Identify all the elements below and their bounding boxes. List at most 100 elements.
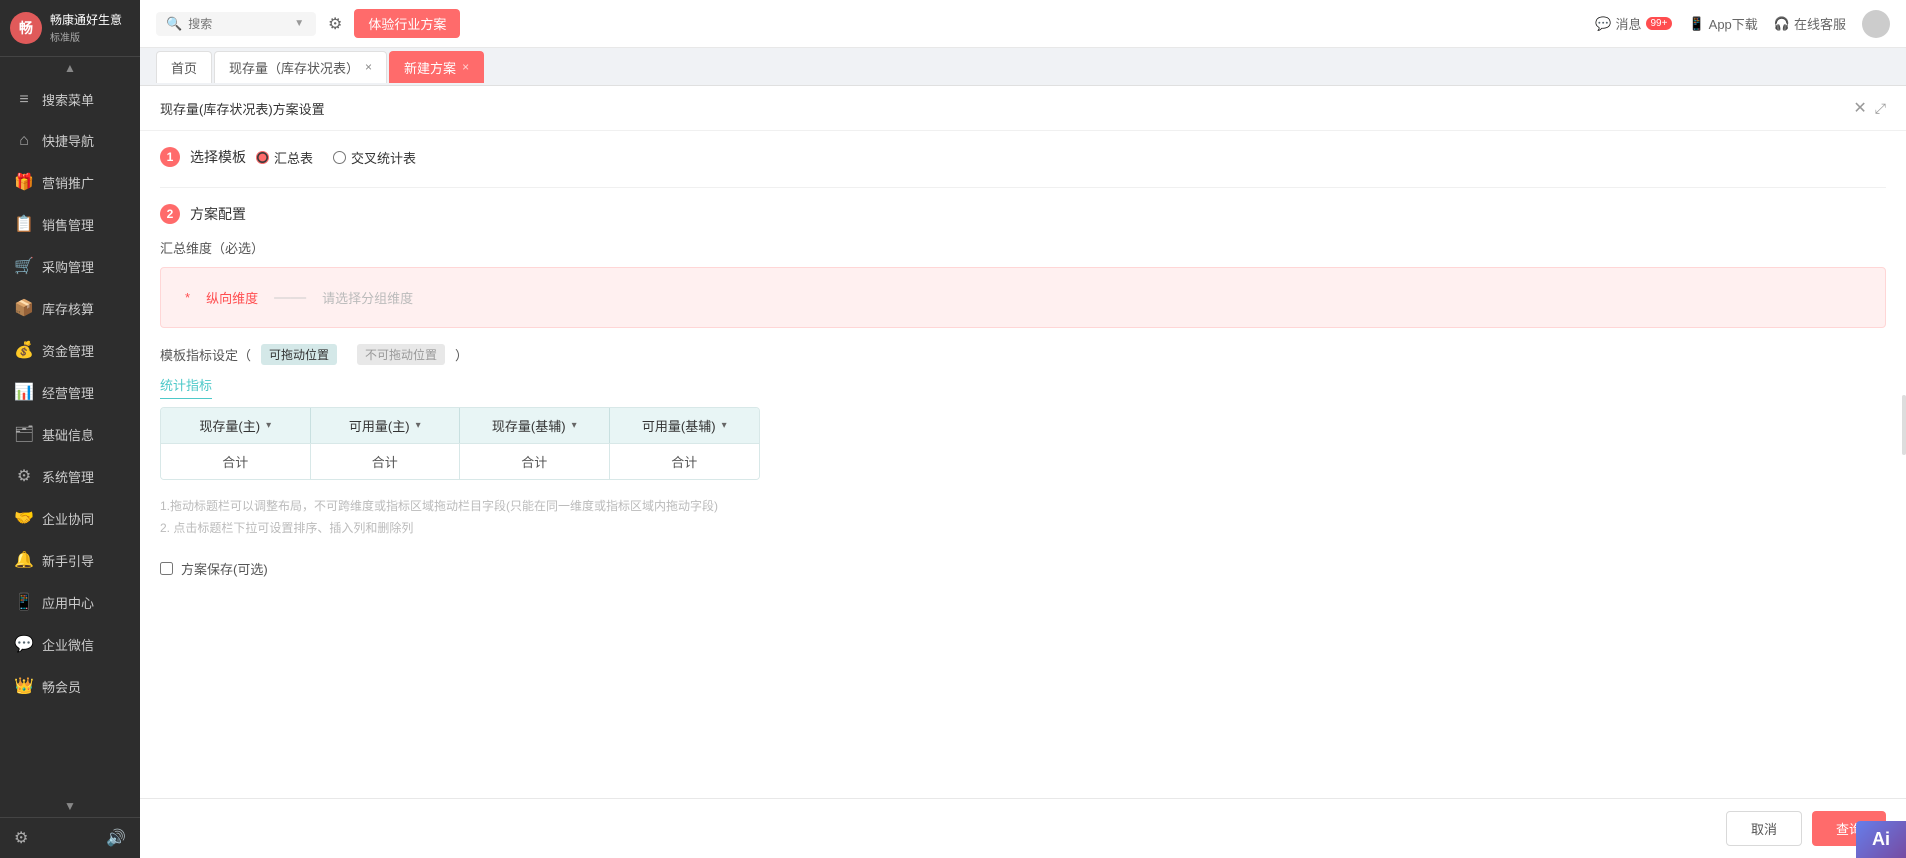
vertical-dim-label: 纵向维度	[206, 288, 258, 307]
user-avatar[interactable]	[1862, 10, 1890, 38]
separator: ——	[274, 289, 306, 307]
folder-icon: 🗂	[14, 424, 34, 444]
sidebar-item-label: 销售管理	[42, 215, 94, 234]
app-name: 畅康通好生意	[50, 12, 122, 29]
radio-crosstab[interactable]: 交叉统计表	[333, 148, 416, 167]
phone-icon: 📱	[14, 592, 34, 612]
sidebar-item-label: 快捷导航	[42, 131, 94, 150]
sidebar-item-label: 搜索菜单	[42, 90, 94, 109]
home-icon: ⌂	[14, 132, 34, 150]
search-input[interactable]	[188, 17, 288, 31]
radio-crosstab-input[interactable]	[333, 151, 346, 164]
col-arrow-2[interactable]: ▾	[572, 420, 577, 431]
trial-button[interactable]: 体验行业方案	[354, 9, 460, 38]
panel-title: 现存量(库存状况表)方案设置	[160, 99, 325, 118]
settings-icon[interactable]: ⚙	[14, 828, 28, 848]
dimension-placeholder[interactable]: 请选择分组维度	[322, 288, 413, 307]
save-option: 方案保存(可选)	[160, 559, 1886, 578]
chart-icon: 📊	[14, 382, 34, 402]
app-download-action[interactable]: 📱 App下载	[1688, 14, 1757, 33]
tab-bar: 首页 现存量（库存状况表） × 新建方案 ×	[140, 48, 1906, 86]
sidebar-item-inventory[interactable]: 📦 库存核算	[0, 287, 140, 329]
tab-new-plan[interactable]: 新建方案 ×	[389, 51, 484, 83]
tab-new-plan-close-icon[interactable]: ×	[462, 60, 469, 74]
sidebar-item-label: 新手引导	[42, 551, 94, 570]
sidebar-item-label: 畅会员	[42, 677, 81, 696]
sidebar-item-member[interactable]: 👑 畅会员	[0, 665, 140, 707]
panel-expand-button[interactable]: ⤢	[1875, 98, 1886, 118]
sidebar-item-system[interactable]: ⚙ 系统管理	[0, 455, 140, 497]
footer-bar: 取消 查询	[140, 798, 1906, 858]
sidebar-scroll-up[interactable]: ▲	[0, 57, 140, 79]
sidebar-bottom: ⚙ 🔊	[0, 817, 140, 858]
cell-0-0: 合计	[161, 444, 311, 479]
sidebar-item-label: 营销推广	[42, 173, 94, 192]
sidebar-item-cooperation[interactable]: 🤝 企业协同	[0, 497, 140, 539]
sidebar-item-search-menu[interactable]: ≡ 搜索菜单	[0, 79, 140, 120]
step2-badge: 2	[160, 204, 180, 224]
messages-badge: 99+	[1646, 17, 1673, 30]
panel-close-button[interactable]: ✕	[1853, 98, 1866, 118]
phone-icon: 📱	[1688, 16, 1704, 32]
search-dropdown-arrow[interactable]: ▼	[294, 18, 304, 29]
ai-badge[interactable]: Ai	[1856, 821, 1906, 858]
draggable-tag: 可拖动位置	[261, 344, 337, 365]
money-icon: 💰	[14, 340, 34, 360]
crown-icon: 👑	[14, 676, 34, 696]
tips-section: 1.拖动标题栏可以调整布局，不可跨维度或指标区域拖动栏目字段(只能在同一维度或指…	[160, 496, 1886, 539]
col-arrow-0[interactable]: ▾	[266, 420, 271, 431]
step1-title: 选择模板	[190, 147, 246, 167]
sidebar-item-label: 库存核算	[42, 299, 94, 318]
col-header-0[interactable]: 现存量(主) ▾	[161, 408, 311, 443]
bell-icon: 🔔	[14, 550, 34, 570]
dimension-row: * 纵向维度 —— 请选择分组维度	[185, 288, 1861, 307]
sidebar-item-wechat[interactable]: 💬 企业微信	[0, 623, 140, 665]
stats-table: 现存量(主) ▾ 可用量(主) ▾ 现存量(基辅) ▾	[160, 407, 760, 480]
stats-table-row-0: 合计 合计 合计 合计	[161, 443, 759, 479]
cancel-button[interactable]: 取消	[1726, 811, 1802, 846]
audio-icon[interactable]: 🔊	[106, 828, 126, 848]
radio-summary[interactable]: 汇总表	[256, 148, 313, 167]
dimension-section-label: 汇总维度（必选）	[160, 238, 1886, 257]
cell-0-2: 合计	[460, 444, 610, 479]
required-star: *	[185, 290, 190, 305]
col-arrow-1[interactable]: ▾	[416, 420, 421, 431]
content-area: 现存量(库存状况表)方案设置 ✕ ⤢ 1 选择模板 汇总表	[140, 86, 1906, 858]
sidebar-item-basic-info[interactable]: 🗂 基础信息	[0, 413, 140, 455]
step2-header: 2 方案配置	[160, 204, 1886, 224]
header-gear-icon[interactable]: ⚙	[328, 14, 342, 34]
sidebar-item-sales[interactable]: 📋 销售管理	[0, 203, 140, 245]
online-service-action[interactable]: 🎧 在线客服	[1774, 14, 1846, 33]
sidebar-item-finance[interactable]: 💰 资金管理	[0, 329, 140, 371]
indicator-settings-suffix: ）	[455, 345, 468, 364]
messages-action[interactable]: 💬 消息 99+	[1595, 14, 1672, 33]
sidebar-nav: ≡ 搜索菜单 ⌂ 快捷导航 🎁 营销推广 📋 销售管理 🛒 采购管理 📦 库存核…	[0, 79, 140, 795]
stats-table-header: 现存量(主) ▾ 可用量(主) ▾ 现存量(基辅) ▾	[161, 408, 759, 443]
tab-inventory-status[interactable]: 现存量（库存状况表） ×	[214, 51, 387, 83]
sidebar-item-app-center[interactable]: 📱 应用中心	[0, 581, 140, 623]
col-header-2[interactable]: 现存量(基辅) ▾	[460, 408, 610, 443]
col-label-1: 可用量(主)	[349, 416, 410, 435]
col-header-3[interactable]: 可用量(基辅) ▾	[610, 408, 760, 443]
tab-inventory-close-icon[interactable]: ×	[365, 60, 372, 74]
sidebar-item-quick-nav[interactable]: ⌂ 快捷导航	[0, 120, 140, 161]
header-left: 🔍 ▼ ⚙ 体验行业方案	[156, 9, 460, 38]
sidebar-scroll-down[interactable]: ▼	[0, 795, 140, 817]
sidebar-item-newbie[interactable]: 🔔 新手引导	[0, 539, 140, 581]
search-bar[interactable]: 🔍 ▼	[156, 12, 316, 36]
box-icon: 📦	[14, 298, 34, 318]
radio-summary-input[interactable]	[256, 151, 269, 164]
message-icon: 💬	[1595, 16, 1611, 32]
sidebar-item-purchase[interactable]: 🛒 采购管理	[0, 245, 140, 287]
sidebar-item-label: 应用中心	[42, 593, 94, 612]
sidebar-item-label: 系统管理	[42, 467, 94, 486]
save-checkbox[interactable]	[160, 562, 173, 575]
panel-actions: ✕ ⤢	[1853, 98, 1886, 118]
col-arrow-3[interactable]: ▾	[722, 420, 727, 431]
col-header-1[interactable]: 可用量(主) ▾	[311, 408, 461, 443]
col-label-0: 现存量(主)	[199, 416, 260, 435]
tab-home[interactable]: 首页	[156, 51, 212, 83]
sidebar-item-operation[interactable]: 📊 经营管理	[0, 371, 140, 413]
sidebar-item-marketing[interactable]: 🎁 营销推广	[0, 161, 140, 203]
stats-section-label: 统计指标	[160, 375, 212, 399]
